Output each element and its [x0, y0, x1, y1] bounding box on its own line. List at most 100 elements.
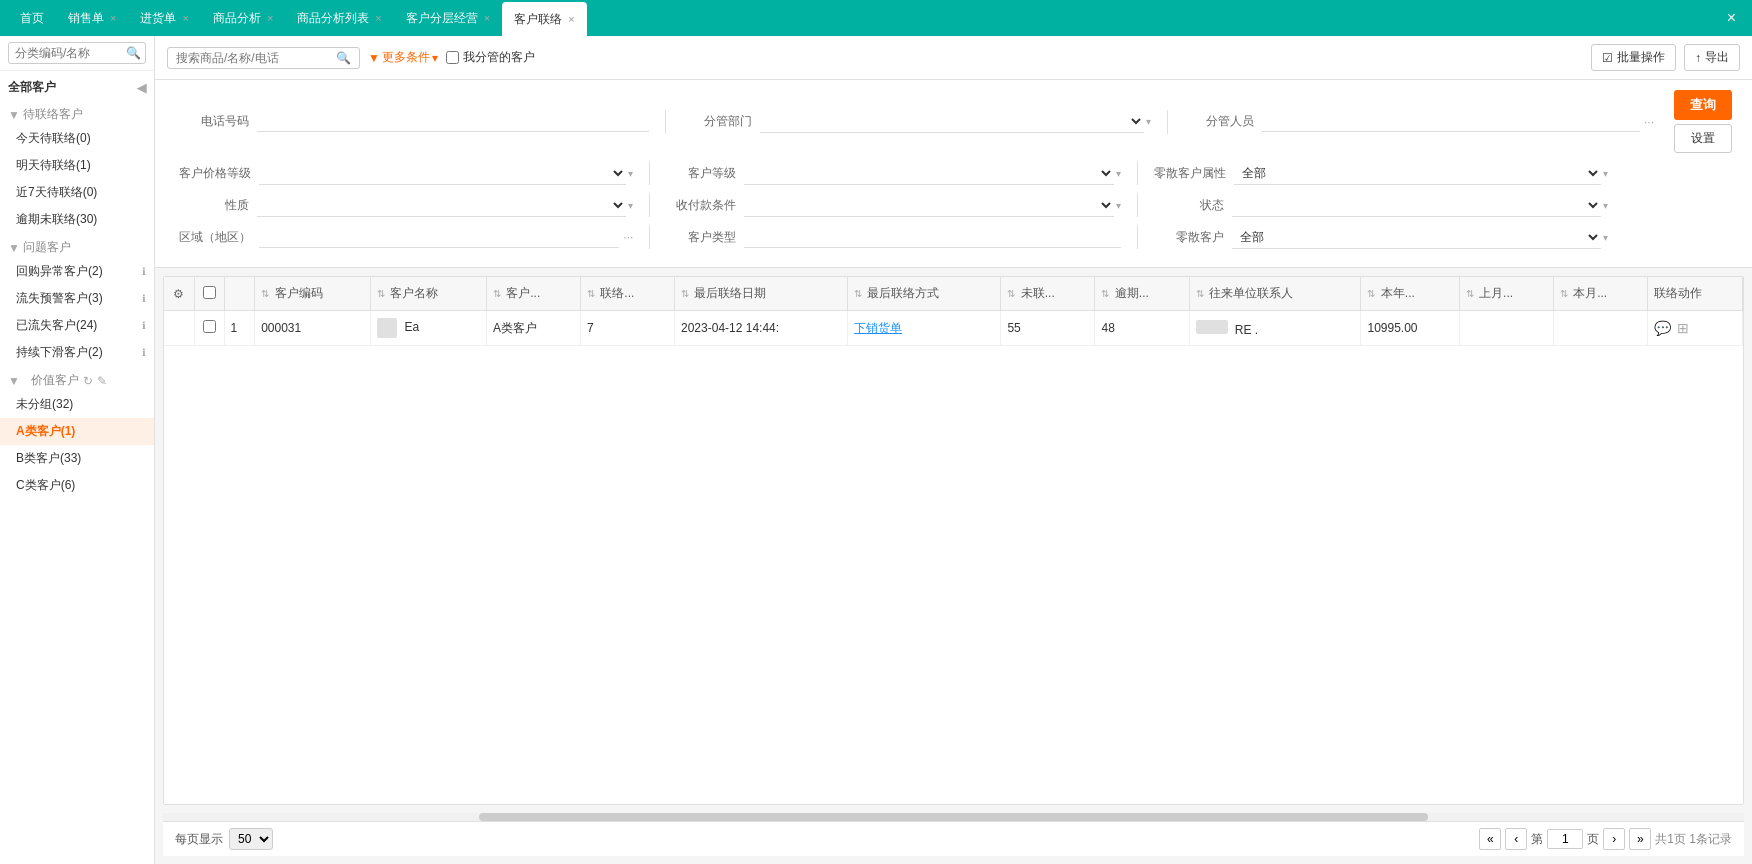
- close-purchase-tab[interactable]: ×: [182, 12, 188, 24]
- my-customers-check[interactable]: [446, 51, 459, 64]
- per-page-select[interactable]: 50: [229, 828, 273, 850]
- next-page-btn[interactable]: ›: [1603, 828, 1625, 850]
- region-dots-btn[interactable]: ···: [623, 230, 633, 244]
- price-grade-arrow: ▾: [628, 168, 633, 179]
- prev-page-btn[interactable]: ‹: [1505, 828, 1527, 850]
- filter-person: 分管人员 ···: [1172, 111, 1666, 132]
- dept-arrow-icon: ▾: [1146, 116, 1151, 127]
- horizontal-scrollbar[interactable]: [163, 813, 1744, 821]
- customer-grade-select[interactable]: [744, 162, 1113, 185]
- filter-customer-type: 客户类型: [654, 227, 1132, 248]
- action-more-icon[interactable]: ⊞: [1677, 320, 1689, 336]
- close-sales-tab[interactable]: ×: [110, 12, 116, 24]
- chevron-down-icon: ▾: [432, 51, 438, 65]
- nav-purchase[interactable]: 进货单 ×: [128, 0, 200, 36]
- nav-customer-tier[interactable]: 客户分层经营 ×: [394, 0, 502, 36]
- close-customer-contact-tab[interactable]: ×: [568, 13, 574, 25]
- close-all-tabs[interactable]: ×: [1719, 9, 1744, 27]
- nav-sales[interactable]: 销售单 ×: [56, 0, 128, 36]
- setting-button[interactable]: 设置: [1674, 124, 1732, 153]
- sidebar-item-churned[interactable]: 已流失客户(24) ℹ: [0, 312, 154, 339]
- dept-select[interactable]: [760, 110, 1145, 133]
- batch-op-button[interactable]: ☑ 批量操作: [1591, 44, 1676, 71]
- more-conditions-btn[interactable]: ▼ 更多条件 ▾: [368, 49, 438, 66]
- data-table: ⚙ ⇅ 客户编码 ⇅ 客户名称: [164, 277, 1743, 346]
- col-contact-person[interactable]: ⇅ 往来单位联系人: [1189, 277, 1361, 311]
- nav-home[interactable]: 首页: [8, 0, 56, 36]
- col-last-method[interactable]: ⇅ 最后联络方式: [848, 277, 1001, 311]
- sidebar-item-repurchase-abnormal[interactable]: 回购异常客户(2) ℹ: [0, 258, 154, 285]
- search-input[interactable]: [176, 51, 336, 65]
- nav-product-analysis-list[interactable]: 商品分析列表 ×: [285, 0, 393, 36]
- sidebar-item-declining[interactable]: 持续下滑客户(2) ℹ: [0, 339, 154, 366]
- region-input[interactable]: [259, 227, 619, 248]
- collapse-icon[interactable]: ◀: [137, 81, 146, 95]
- sidebar-item-c-class[interactable]: C类客户(6): [0, 472, 154, 499]
- row-contact-person: RE .: [1189, 311, 1361, 346]
- phone-input[interactable]: [257, 111, 649, 132]
- last-page-btn[interactable]: »: [1629, 828, 1651, 850]
- value-refresh-icon[interactable]: ↻: [83, 374, 93, 388]
- query-button[interactable]: 查询: [1674, 90, 1732, 120]
- col-customer-type[interactable]: ⇅ 客户...: [486, 277, 580, 311]
- nav-product-analysis[interactable]: 商品分析 ×: [201, 0, 285, 36]
- person-input[interactable]: [1262, 111, 1640, 132]
- col-no-contact[interactable]: ⇅ 未联...: [1001, 277, 1095, 311]
- filter-row-3: 性质 ▾ 收付款条件 ▾ 状态 ▾: [167, 193, 1740, 217]
- first-page-btn[interactable]: «: [1479, 828, 1501, 850]
- row-last-date: 2023-04-12 14:44:: [675, 311, 848, 346]
- main-layout: 🔍 全部客户 ◀ ▼ 待联络客户 今天待联络(0) 明天待联络(1) 近7天待联…: [0, 36, 1752, 864]
- customer-type-input[interactable]: [744, 227, 1120, 248]
- filter-actions: ☑ 批量操作 ↑ 导出: [1591, 44, 1740, 71]
- retail-select[interactable]: 全部: [1232, 226, 1601, 249]
- row-contact-count: 7: [580, 311, 674, 346]
- col-last-date[interactable]: ⇅ 最后联络日期: [675, 277, 848, 311]
- close-product-analysis-tab[interactable]: ×: [267, 12, 273, 24]
- page-number-input[interactable]: [1547, 829, 1583, 849]
- col-code[interactable]: ⇅ 客户编码: [255, 277, 371, 311]
- action-comment-icon[interactable]: 💬: [1654, 320, 1671, 336]
- payment-select[interactable]: [744, 194, 1113, 217]
- col-this-month[interactable]: ⇅ 本月...: [1553, 277, 1647, 311]
- filter-icon: ▼: [368, 51, 380, 65]
- nature-select[interactable]: [257, 194, 626, 217]
- sidebar-item-ungrouped[interactable]: 未分组(32): [0, 391, 154, 418]
- sidebar-item-tomorrow-pending[interactable]: 明天待联络(1): [0, 152, 154, 179]
- name-avatar: [377, 318, 397, 338]
- filter-retail-attr: 零散客户属性 全部 ▾: [1142, 162, 1620, 185]
- col-name[interactable]: ⇅ 客户名称: [371, 277, 487, 311]
- info-icon-declining: ℹ: [142, 347, 146, 358]
- data-table-container: ⚙ ⇅ 客户编码 ⇅ 客户名称: [163, 276, 1744, 805]
- filter-phone: 电话号码: [167, 111, 661, 132]
- sidebar-item-overdue[interactable]: 逾期未联络(30): [0, 206, 154, 233]
- row-checkbox[interactable]: [203, 320, 216, 333]
- sidebar-item-churn-warning[interactable]: 流失预警客户(3) ℹ: [0, 285, 154, 312]
- status-select[interactable]: [1232, 194, 1601, 217]
- sidebar-search-icon[interactable]: 🔍: [126, 46, 141, 60]
- problem-group-title: ▼ 问题客户: [0, 233, 154, 258]
- scrollbar-thumb: [479, 813, 1428, 821]
- row-last-method[interactable]: 下销货单: [848, 311, 1001, 346]
- select-all-checkbox[interactable]: [203, 286, 216, 299]
- col-contact-count[interactable]: ⇅ 联络...: [580, 277, 674, 311]
- row-checkbox-cell: [194, 311, 224, 346]
- value-edit-icon[interactable]: ✎: [97, 374, 107, 388]
- close-product-analysis-list-tab[interactable]: ×: [375, 12, 381, 24]
- price-grade-select[interactable]: [259, 162, 626, 185]
- sidebar-item-b-class[interactable]: B类客户(33): [0, 445, 154, 472]
- sidebar-item-today-pending[interactable]: 今天待联络(0): [0, 125, 154, 152]
- col-last-month[interactable]: ⇅ 上月...: [1459, 277, 1553, 311]
- retail-attr-select[interactable]: 全部: [1234, 162, 1601, 185]
- person-dots-btn[interactable]: ···: [1644, 115, 1654, 129]
- close-customer-tier-tab[interactable]: ×: [484, 12, 490, 24]
- col-this-year[interactable]: ⇅ 本年...: [1361, 277, 1459, 311]
- sidebar-item-7day-pending[interactable]: 近7天待联络(0): [0, 179, 154, 206]
- table-settings-icon[interactable]: ⚙: [173, 287, 184, 301]
- top-nav: 首页 销售单 × 进货单 × 商品分析 × 商品分析列表 × 客户分层经营 × …: [0, 0, 1752, 36]
- nav-customer-contact[interactable]: 客户联络 ×: [502, 2, 586, 36]
- sidebar-item-a-class[interactable]: A类客户(1): [0, 418, 154, 445]
- col-overdue[interactable]: ⇅ 逾期...: [1095, 277, 1189, 311]
- export-button[interactable]: ↑ 导出: [1684, 44, 1740, 71]
- search-icon[interactable]: 🔍: [336, 51, 351, 65]
- my-customers-checkbox[interactable]: 我分管的客户: [446, 49, 535, 66]
